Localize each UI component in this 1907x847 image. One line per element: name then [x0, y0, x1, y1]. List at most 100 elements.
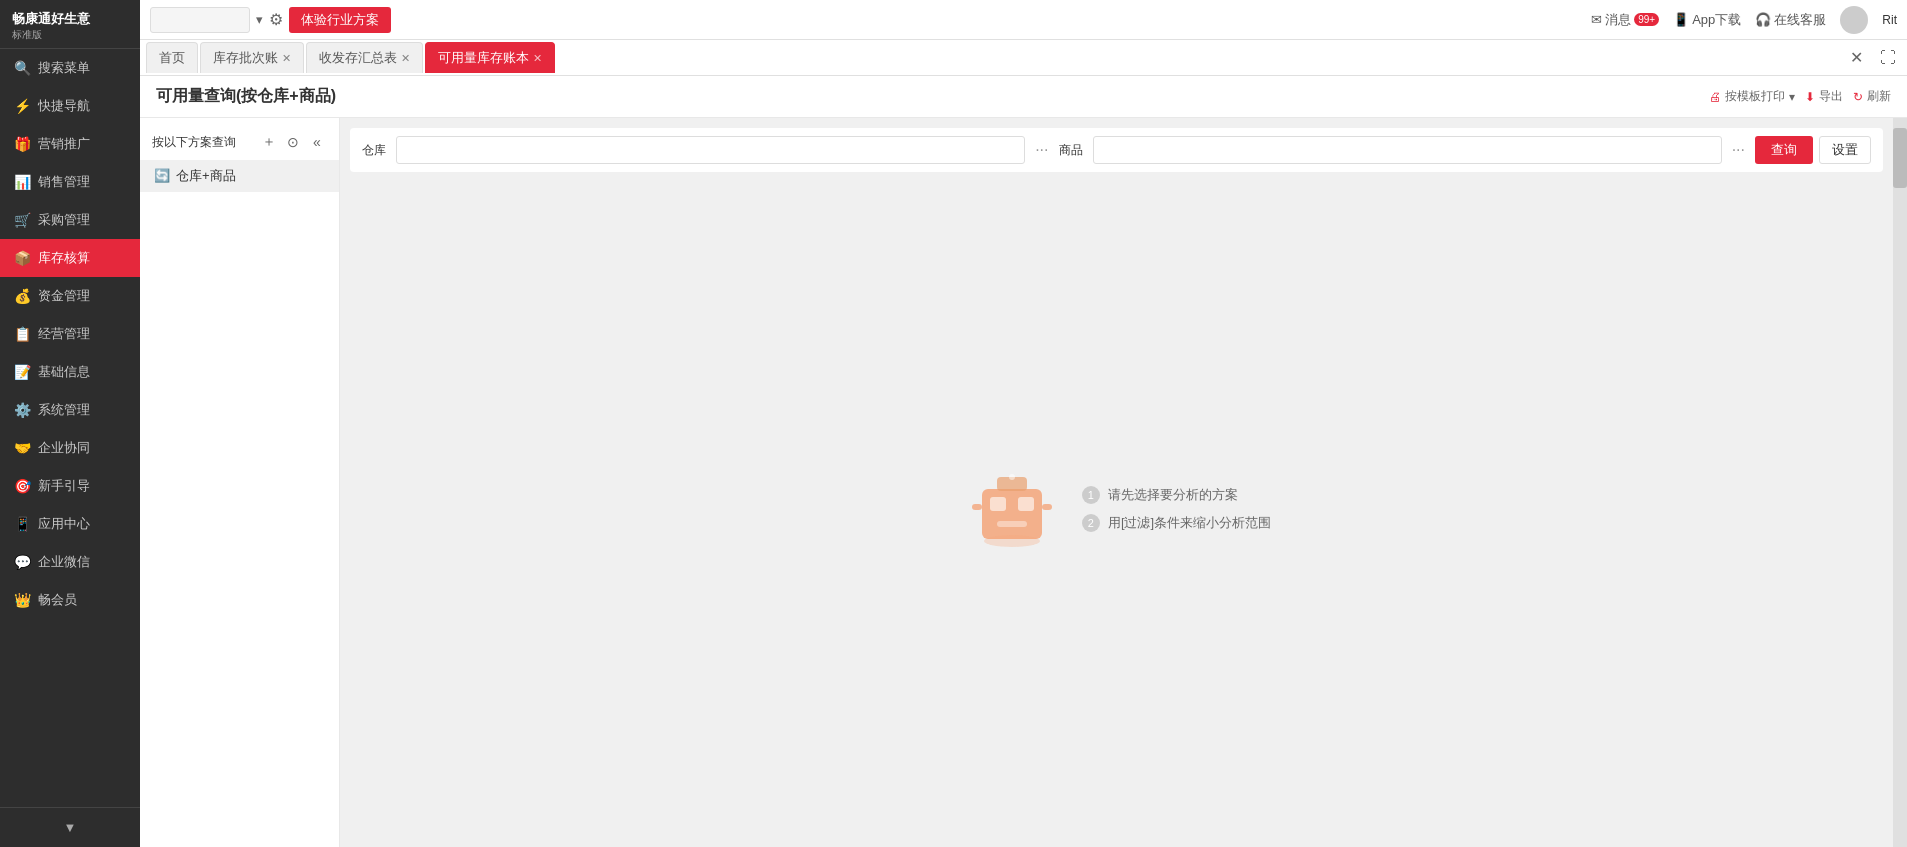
sidebar-item-quick-nav[interactable]: ⚡ 快捷导航 [0, 87, 140, 125]
collapse-panel-btn[interactable]: « [307, 132, 327, 152]
goods-more-btn[interactable]: ··· [1732, 141, 1745, 159]
empty-illustration [962, 459, 1062, 559]
left-panel-title: 按以下方案查询 [152, 134, 236, 151]
sidebar-item-finance[interactable]: 💰 资金管理 [0, 277, 140, 315]
sidebar-item-marketing[interactable]: 🎁 营销推广 [0, 125, 140, 163]
export-btn[interactable]: ⬇ 导出 [1805, 88, 1843, 105]
experience-btn[interactable]: 体验行业方案 [289, 7, 391, 33]
svg-rect-4 [972, 504, 982, 510]
phone-icon: 📱 [1673, 12, 1689, 27]
tab-available-ledger[interactable]: 可用量库存账本 ✕ [425, 42, 555, 73]
hint-number-2: 2 [1082, 514, 1100, 532]
tab-available-ledger-close[interactable]: ✕ [533, 52, 542, 65]
scheme-icon: 🔄 [154, 168, 170, 184]
dropdown-btn[interactable]: ▾ [256, 7, 263, 33]
crown-icon: 👑 [14, 592, 30, 608]
left-panel-action-btns: ＋ ⊙ « [259, 132, 327, 152]
search-icon: 🔍 [14, 60, 30, 76]
warehouse-more-btn[interactable]: ··· [1035, 141, 1048, 159]
money-icon: 💰 [14, 288, 30, 304]
main-area: ▾ ⚙ 体验行业方案 ✉ 消息 99+ 📱 App下载 🎧 在线客服 Rit [140, 0, 1907, 847]
target-icon: 🎯 [14, 478, 30, 494]
settings-icon[interactable]: ⚙ [269, 7, 283, 33]
refresh-btn[interactable]: ↻ 刷新 [1853, 88, 1891, 105]
tab-receive-summary-label: 收发存汇总表 [319, 49, 397, 67]
sidebar-item-label: 畅会员 [38, 591, 77, 609]
sidebar-item-label: 企业微信 [38, 553, 90, 571]
message-btn[interactable]: ✉ 消息 99+ [1591, 11, 1659, 29]
tab-batch-ledger-close[interactable]: ✕ [282, 52, 291, 65]
svg-rect-5 [1042, 504, 1052, 510]
tab-available-ledger-label: 可用量库存账本 [438, 49, 529, 67]
message-badge: 99+ [1634, 13, 1659, 26]
sidebar-item-label: 销售管理 [38, 173, 90, 191]
message-label: 消息 [1605, 11, 1631, 29]
sidebar-item-member[interactable]: 👑 畅会员 [0, 581, 140, 619]
scheme-label: 仓库+商品 [176, 167, 236, 185]
sidebar-item-inventory[interactable]: 📦 库存核算 [0, 239, 140, 277]
sidebar-item-label: 企业协同 [38, 439, 90, 457]
svg-point-7 [1009, 474, 1015, 480]
print-btn[interactable]: 🖨 按模板打印 ▾ [1709, 88, 1795, 105]
online-service-btn[interactable]: 🎧 在线客服 [1755, 11, 1826, 29]
tab-receive-summary[interactable]: 收发存汇总表 ✕ [306, 42, 423, 73]
tab-close-all-btn[interactable]: ✕ [1843, 45, 1869, 71]
svg-rect-0 [982, 489, 1042, 539]
hint-number-1: 1 [1082, 486, 1100, 504]
sidebar-item-app-center[interactable]: 📱 应用中心 [0, 505, 140, 543]
scheme-warehouse-goods[interactable]: 🔄 仓库+商品 [140, 160, 339, 192]
topbar: ▾ ⚙ 体验行业方案 ✉ 消息 99+ 📱 App下载 🎧 在线客服 Rit [140, 0, 1907, 40]
query-btn[interactable]: 查询 [1755, 136, 1813, 164]
sidebar-item-operations[interactable]: 📋 经营管理 [0, 315, 140, 353]
right-panel: 仓库 ··· 商品 ··· 查询 设置 [340, 118, 1893, 847]
sidebar-item-label: 快捷导航 [38, 97, 90, 115]
sidebar-item-label: 应用中心 [38, 515, 90, 533]
empty-state: 1 请先选择要分析的方案 2 用[过滤]条件来缩小分析范围 [350, 180, 1883, 837]
left-panel-header: 按以下方案查询 ＋ ⊙ « [140, 128, 339, 160]
sidebar-item-search[interactable]: 🔍 搜索菜单 [0, 49, 140, 87]
sidebar-item-label: 经营管理 [38, 325, 90, 343]
gear-icon: ⚙️ [14, 402, 30, 418]
tab-expand-btn[interactable]: ⛶ [1875, 45, 1901, 71]
cart-icon: 🛒 [14, 212, 30, 228]
scrollbar-thumb [1893, 128, 1907, 188]
warehouse-input[interactable] [396, 136, 1025, 164]
sidebar-item-purchase[interactable]: 🛒 采购管理 [0, 201, 140, 239]
svg-rect-3 [997, 521, 1027, 527]
username: Rit [1882, 13, 1897, 27]
sidebar-item-cooperation[interactable]: 🤝 企业协同 [0, 429, 140, 467]
sidebar-item-label: 库存核算 [38, 249, 90, 267]
sidebar-item-guide[interactable]: 🎯 新手引导 [0, 467, 140, 505]
add-scheme-btn[interactable]: ＋ [259, 132, 279, 152]
right-scrollbar[interactable] [1893, 118, 1907, 847]
sidebar-logo: 畅康通好生意 标准版 [0, 0, 140, 49]
tab-receive-summary-close[interactable]: ✕ [401, 52, 410, 65]
sidebar-bottom: ▼ [0, 807, 140, 847]
scroll-down-btn[interactable]: ▼ [0, 816, 140, 839]
sidebar-item-label: 新手引导 [38, 477, 90, 495]
refresh-label: 刷新 [1867, 88, 1891, 105]
tab-actions: ✕ ⛶ [1843, 45, 1901, 71]
sidebar-item-wechat[interactable]: 💬 企业微信 [0, 543, 140, 581]
message-icon: ✉ [1591, 12, 1602, 27]
svg-point-8 [984, 535, 1040, 547]
goods-input[interactable] [1093, 136, 1722, 164]
svg-rect-1 [990, 497, 1006, 511]
sidebar-item-sales[interactable]: 📊 销售管理 [0, 163, 140, 201]
print-dropdown-icon: ▾ [1789, 90, 1795, 104]
hint-text-2: 用[过滤]条件来缩小分析范围 [1108, 514, 1271, 532]
app-download-label: App下载 [1692, 11, 1741, 29]
app-version: 标准版 [12, 28, 128, 42]
tab-home[interactable]: 首页 [146, 42, 198, 73]
app-download-btn[interactable]: 📱 App下载 [1673, 11, 1741, 29]
tab-batch-ledger[interactable]: 库存批次账 ✕ [200, 42, 304, 73]
lightning-icon: ⚡ [14, 98, 30, 114]
setting-btn[interactable]: 设置 [1819, 136, 1871, 164]
scheme-settings-btn[interactable]: ⊙ [283, 132, 303, 152]
sidebar-item-system[interactable]: ⚙️ 系统管理 [0, 391, 140, 429]
online-service-label: 在线客服 [1774, 11, 1826, 29]
sidebar-item-label: 采购管理 [38, 211, 90, 229]
search-input[interactable] [150, 7, 250, 33]
sidebar-item-basic-info[interactable]: 📝 基础信息 [0, 353, 140, 391]
topbar-left: ▾ ⚙ 体验行业方案 [150, 7, 391, 33]
